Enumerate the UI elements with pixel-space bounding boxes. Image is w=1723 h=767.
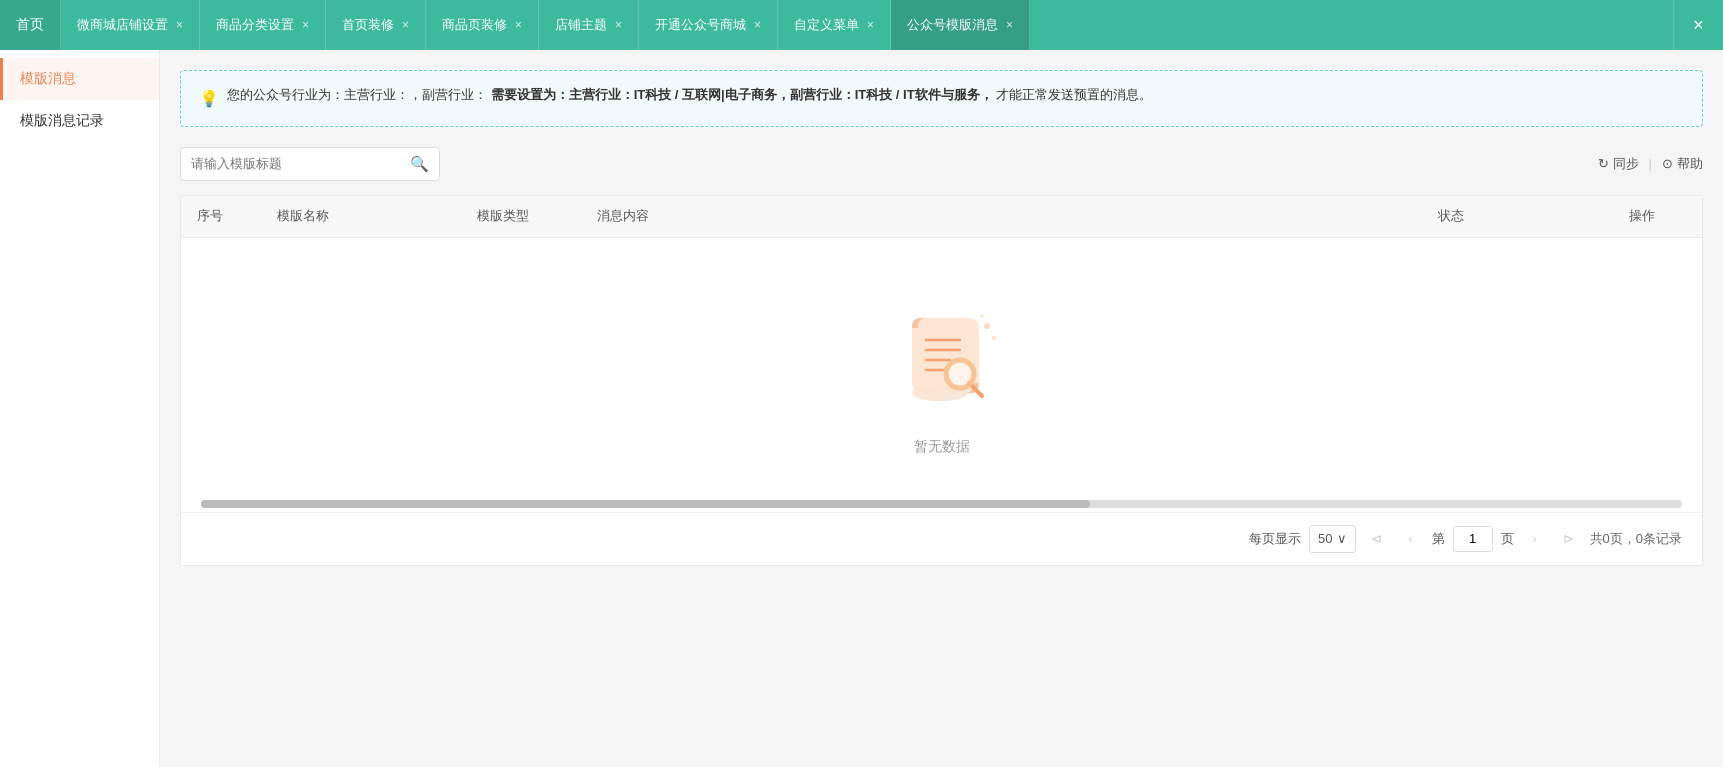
svg-point-7 <box>949 363 971 385</box>
nav-tab-shop-settings-close[interactable]: × <box>176 18 183 32</box>
help-label: 帮助 <box>1677 155 1703 173</box>
sync-label: 同步 <box>1613 155 1639 173</box>
page-size-label: 每页显示 <box>1249 530 1301 548</box>
main-layout: 模版消息 模版消息记录 💡 您的公众号行业为：主营行业：，副营行业： 需要设置为… <box>0 50 1723 767</box>
page-number-input[interactable] <box>1453 526 1493 552</box>
nav-tab-home-label: 首页 <box>16 16 44 34</box>
th-action: 操作 <box>1582 207 1702 225</box>
help-button[interactable]: ⊙ 帮助 <box>1662 155 1703 173</box>
nav-tab-custom-menu-close[interactable]: × <box>867 18 874 32</box>
nav-tab-category-label: 商品分类设置 <box>216 16 294 34</box>
search-input-wrap[interactable]: 🔍 <box>180 147 440 181</box>
th-name: 模版名称 <box>261 207 461 225</box>
nav-tab-shop-settings[interactable]: 微商城店铺设置 × <box>61 0 200 50</box>
pagination-first-button[interactable]: ⊲ <box>1364 526 1390 552</box>
nav-tab-category-settings[interactable]: 商品分类设置 × <box>200 0 326 50</box>
window-close-button[interactable]: × <box>1673 0 1723 50</box>
search-bar: 🔍 ↻ 同步 | ⊙ 帮助 <box>180 147 1703 181</box>
page-label: 第 <box>1432 530 1445 548</box>
sidebar-item-template-message-log[interactable]: 模版消息记录 <box>0 100 159 142</box>
th-seq: 序号 <box>181 207 261 225</box>
pagination-last-button[interactable]: ⊳ <box>1556 526 1582 552</box>
page-size-value: 50 <box>1318 531 1332 546</box>
nav-tab-shop-theme[interactable]: 店铺主题 × <box>539 0 639 50</box>
nav-tab-shop-theme-close[interactable]: × <box>615 18 622 32</box>
total-info: 共0页，0条记录 <box>1590 530 1682 548</box>
nav-tab-product-decor-close[interactable]: × <box>515 18 522 32</box>
notice-prefix: 您的公众号行业为：主营行业：，副营行业： <box>227 87 487 102</box>
help-icon: ⊙ <box>1662 156 1673 171</box>
pagination-prev-button[interactable]: ‹ <box>1398 526 1424 552</box>
nav-tab-product-decor-label: 商品页装修 <box>442 16 507 34</box>
page-size-select[interactable]: 50 ∨ <box>1309 525 1355 553</box>
horizontal-scrollbar[interactable] <box>181 496 1702 512</box>
search-actions: ↻ 同步 | ⊙ 帮助 <box>1598 155 1703 173</box>
th-type: 模版类型 <box>461 207 581 225</box>
nav-tab-template-msg-label: 公众号模版消息 <box>907 16 998 34</box>
table-header: 序号 模版名称 模版类型 消息内容 状态 操作 <box>181 196 1702 238</box>
empty-illustration <box>882 298 1002 418</box>
nav-tab-template-msg-close[interactable]: × <box>1006 18 1013 32</box>
sync-icon: ↻ <box>1598 156 1609 171</box>
scrollbar-track[interactable] <box>201 500 1682 508</box>
page-size-chevron-icon: ∨ <box>1337 531 1347 546</box>
empty-state: 暂无数据 <box>181 238 1702 496</box>
nav-tab-home[interactable]: 首页 <box>0 0 61 50</box>
nav-tab-custom-menu[interactable]: 自定义菜单 × <box>778 0 891 50</box>
nav-tab-category-close[interactable]: × <box>302 18 309 32</box>
search-input[interactable] <box>191 156 410 171</box>
nav-tab-product-decor[interactable]: 商品页装修 × <box>426 0 539 50</box>
nav-tab-home-decor-label: 首页装修 <box>342 16 394 34</box>
nav-tab-open-mall[interactable]: 开通公众号商城 × <box>639 0 778 50</box>
notice-highlight: 需要设置为：主营行业：IT科技 / 互联网|电子商务，副营行业：IT科技 / I… <box>491 87 993 102</box>
nav-tab-home-decor[interactable]: 首页装修 × <box>326 0 426 50</box>
nav-tab-shop-settings-label: 微商城店铺设置 <box>77 16 168 34</box>
pagination-next-button[interactable]: › <box>1522 526 1548 552</box>
notice-text: 您的公众号行业为：主营行业：，副营行业： 需要设置为：主营行业：IT科技 / 互… <box>227 85 1152 106</box>
page-unit: 页 <box>1501 530 1514 548</box>
main-content: 💡 您的公众号行业为：主营行业：，副营行业： 需要设置为：主营行业：IT科技 /… <box>160 50 1723 767</box>
sync-button[interactable]: ↻ 同步 <box>1598 155 1639 173</box>
th-content: 消息内容 <box>581 207 1422 225</box>
pagination: 每页显示 50 ∨ ⊲ ‹ 第 页 › ⊳ 共0页，0条记录 <box>181 512 1702 565</box>
actions-divider: | <box>1649 156 1652 171</box>
nav-tab-open-mall-label: 开通公众号商城 <box>655 16 746 34</box>
empty-text: 暂无数据 <box>914 438 970 456</box>
nav-tab-shop-theme-label: 店铺主题 <box>555 16 607 34</box>
nav-tab-open-mall-close[interactable]: × <box>754 18 761 32</box>
top-nav: 首页 微商城店铺设置 × 商品分类设置 × 首页装修 × 商品页装修 × 店铺主… <box>0 0 1723 50</box>
nav-tab-home-decor-close[interactable]: × <box>402 18 409 32</box>
sidebar-item-template-message-label: 模版消息 <box>20 70 76 86</box>
svg-point-9 <box>992 336 996 340</box>
notice-box: 💡 您的公众号行业为：主营行业：，副营行业： 需要设置为：主营行业：IT科技 /… <box>180 70 1703 127</box>
scrollbar-thumb[interactable] <box>201 500 1090 508</box>
sidebar-item-template-message-log-label: 模版消息记录 <box>20 112 104 128</box>
search-icon[interactable]: 🔍 <box>410 155 429 173</box>
sidebar-item-template-message[interactable]: 模版消息 <box>0 58 159 100</box>
notice-icon: 💡 <box>199 86 219 112</box>
notice-suffix: 才能正常发送预置的消息。 <box>996 87 1152 102</box>
nav-tab-custom-menu-label: 自定义菜单 <box>794 16 859 34</box>
nav-tab-template-msg[interactable]: 公众号模版消息 × <box>891 0 1030 50</box>
svg-point-8 <box>984 323 990 329</box>
svg-point-10 <box>980 314 984 318</box>
table-wrap: 序号 模版名称 模版类型 消息内容 状态 操作 <box>180 195 1703 566</box>
sidebar: 模版消息 模版消息记录 <box>0 50 160 767</box>
th-status: 状态 <box>1422 207 1582 225</box>
